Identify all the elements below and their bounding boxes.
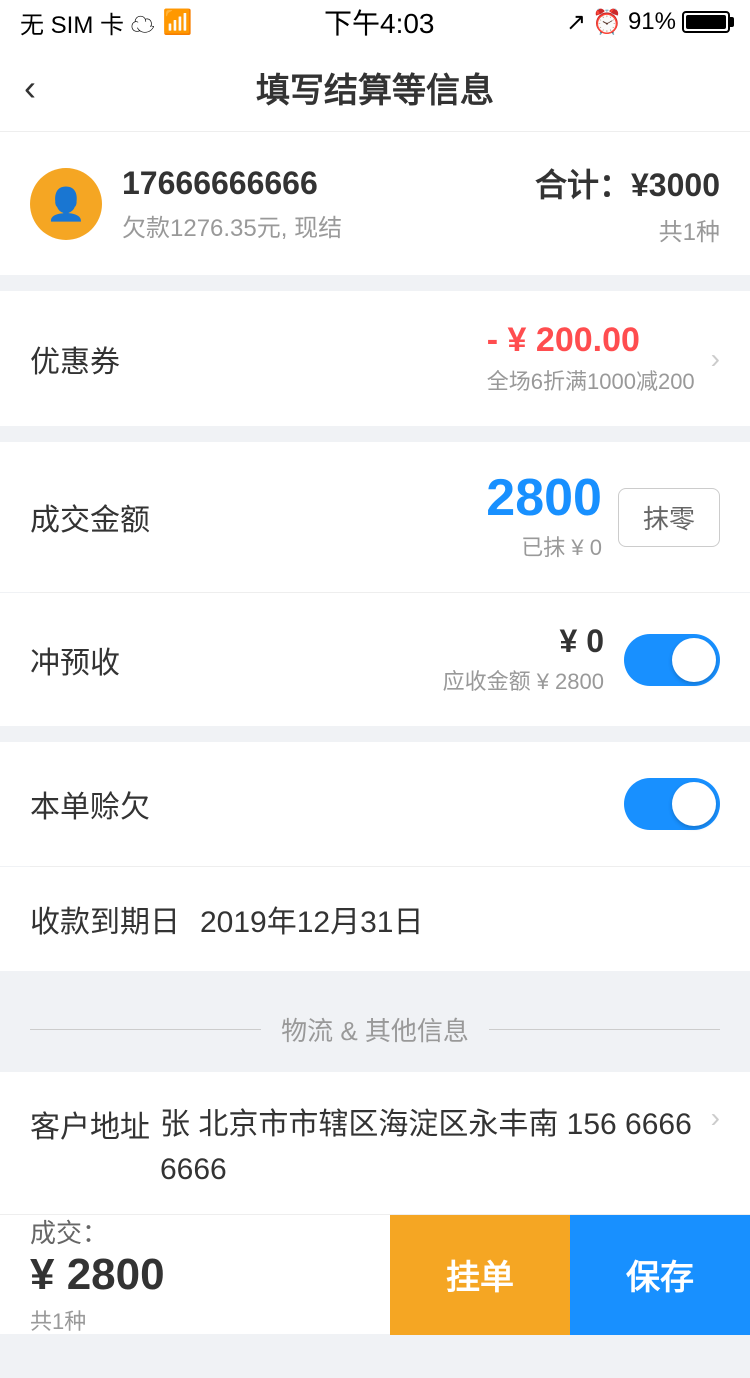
- debit-row: 本单赊欠: [0, 742, 750, 866]
- coupon-info: - ¥ 200.00 全场6折满1000减200: [487, 321, 695, 396]
- coupon-right: - ¥ 200.00 全场6折满1000减200 ›: [487, 321, 720, 396]
- divider-3: [0, 726, 750, 742]
- location-icon: ↗: [566, 8, 586, 37]
- deal-amount-sub: 已抹 ¥ 0: [486, 530, 602, 562]
- wifi-icon: 📶: [163, 8, 193, 37]
- status-right: ↗ ⏰ 91%: [566, 8, 730, 37]
- precollect-row: 冲预收 ¥ 0 应收金额 ¥ 2800: [0, 593, 750, 726]
- battery-fill: [686, 15, 726, 29]
- coupon-chevron-icon: ›: [711, 343, 720, 375]
- logistics-line-right: [489, 1029, 720, 1030]
- toggle-knob: [672, 638, 716, 682]
- divider-1: [0, 275, 750, 291]
- coupon-label: 优惠券: [30, 337, 120, 381]
- section-gap-1: [0, 971, 750, 987]
- coupon-row[interactable]: 优惠券 - ¥ 200.00 全场6折满1000减200 ›: [0, 291, 750, 426]
- precollect-amount: ¥ 0: [443, 623, 604, 660]
- customer-debt: 欠款1276.35元, 现结: [122, 208, 535, 243]
- page-title: 填写结算等信息: [256, 63, 494, 112]
- deal-amount-row: 成交金额 2800 已抹 ¥ 0 抹零: [0, 442, 750, 592]
- save-button[interactable]: 保存: [570, 1215, 750, 1335]
- deal-amount-right: 2800 已抹 ¥ 0 抹零: [486, 472, 720, 562]
- address-label: 客户地址: [30, 1102, 160, 1146]
- hang-button[interactable]: 挂单: [390, 1215, 570, 1335]
- precollect-right: ¥ 0 应收金额 ¥ 2800: [443, 623, 720, 696]
- divider-2: [0, 426, 750, 442]
- deal-amount-value: 2800: [486, 472, 602, 524]
- bottom-deal-count: 共1种: [30, 1304, 390, 1336]
- customer-card: 👤 17666666666 欠款1276.35元, 现结 合计：¥3000 共1…: [0, 132, 750, 275]
- bottom-deal-amount: ¥ 2800: [30, 1250, 390, 1300]
- deal-amount-label: 成交金额: [30, 495, 150, 539]
- avatar-icon: 👤: [46, 185, 86, 223]
- nav-bar: ‹ 填写结算等信息: [0, 44, 750, 132]
- bottom-bar: 成交： ¥ 2800 共1种 挂单 保存: [0, 1214, 750, 1334]
- back-button[interactable]: ‹: [24, 67, 36, 109]
- status-left: 无 SIM 卡 ☁ 📶: [20, 5, 193, 40]
- address-value: 张 北京市市辖区海淀区永丰南 156 6666 6666: [160, 1102, 711, 1192]
- status-bar: 无 SIM 卡 ☁ 📶 下午4:03 ↗ ⏰ 91%: [0, 0, 750, 44]
- deal-amount-info: 2800 已抹 ¥ 0: [486, 472, 602, 562]
- debit-toggle[interactable]: [624, 778, 720, 830]
- avatar: 👤: [30, 168, 102, 240]
- precollect-label: 冲预收: [30, 638, 120, 682]
- due-date-label: 收款到期日: [30, 897, 180, 941]
- address-row[interactable]: 客户地址 张 北京市市辖区海淀区永丰南 156 6666 6666 ›: [0, 1072, 750, 1222]
- status-time: 下午4:03: [324, 2, 435, 42]
- coupon-desc: 全场6折满1000减200: [487, 364, 695, 396]
- due-date-value: 2019年12月31日: [200, 897, 423, 941]
- logistics-header: 物流 & 其他信息: [0, 987, 750, 1072]
- logistics-line-left: [30, 1029, 261, 1030]
- total-count: 共1种: [535, 212, 720, 247]
- customer-info: 17666666666 欠款1276.35元, 现结: [122, 165, 535, 243]
- battery-percent: 91%: [628, 8, 676, 36]
- customer-phone: 17666666666: [122, 165, 535, 202]
- debit-label: 本单赊欠: [30, 782, 150, 826]
- round-button[interactable]: 抹零: [618, 488, 720, 547]
- bottom-deal-info: 成交： ¥ 2800 共1种: [0, 1213, 390, 1336]
- address-chevron-icon: ›: [711, 1102, 720, 1134]
- alarm-icon: ⏰: [592, 8, 622, 37]
- customer-total: 合计：¥3000 共1种: [535, 160, 720, 247]
- sim-label: 无 SIM 卡 ☁: [20, 5, 155, 40]
- precollect-info: ¥ 0 应收金额 ¥ 2800: [443, 623, 604, 696]
- due-date-row: 收款到期日 2019年12月31日: [0, 867, 750, 971]
- total-amount: 合计：¥3000: [535, 160, 720, 206]
- coupon-amount: - ¥ 200.00: [487, 321, 695, 360]
- precollect-receivable: 应收金额 ¥ 2800: [443, 664, 604, 696]
- battery-icon: [682, 11, 730, 33]
- logistics-text: 物流 & 其他信息: [281, 1011, 469, 1048]
- bottom-deal-label: 成交：: [30, 1218, 108, 1248]
- precollect-toggle[interactable]: [624, 634, 720, 686]
- debit-toggle-knob: [672, 782, 716, 826]
